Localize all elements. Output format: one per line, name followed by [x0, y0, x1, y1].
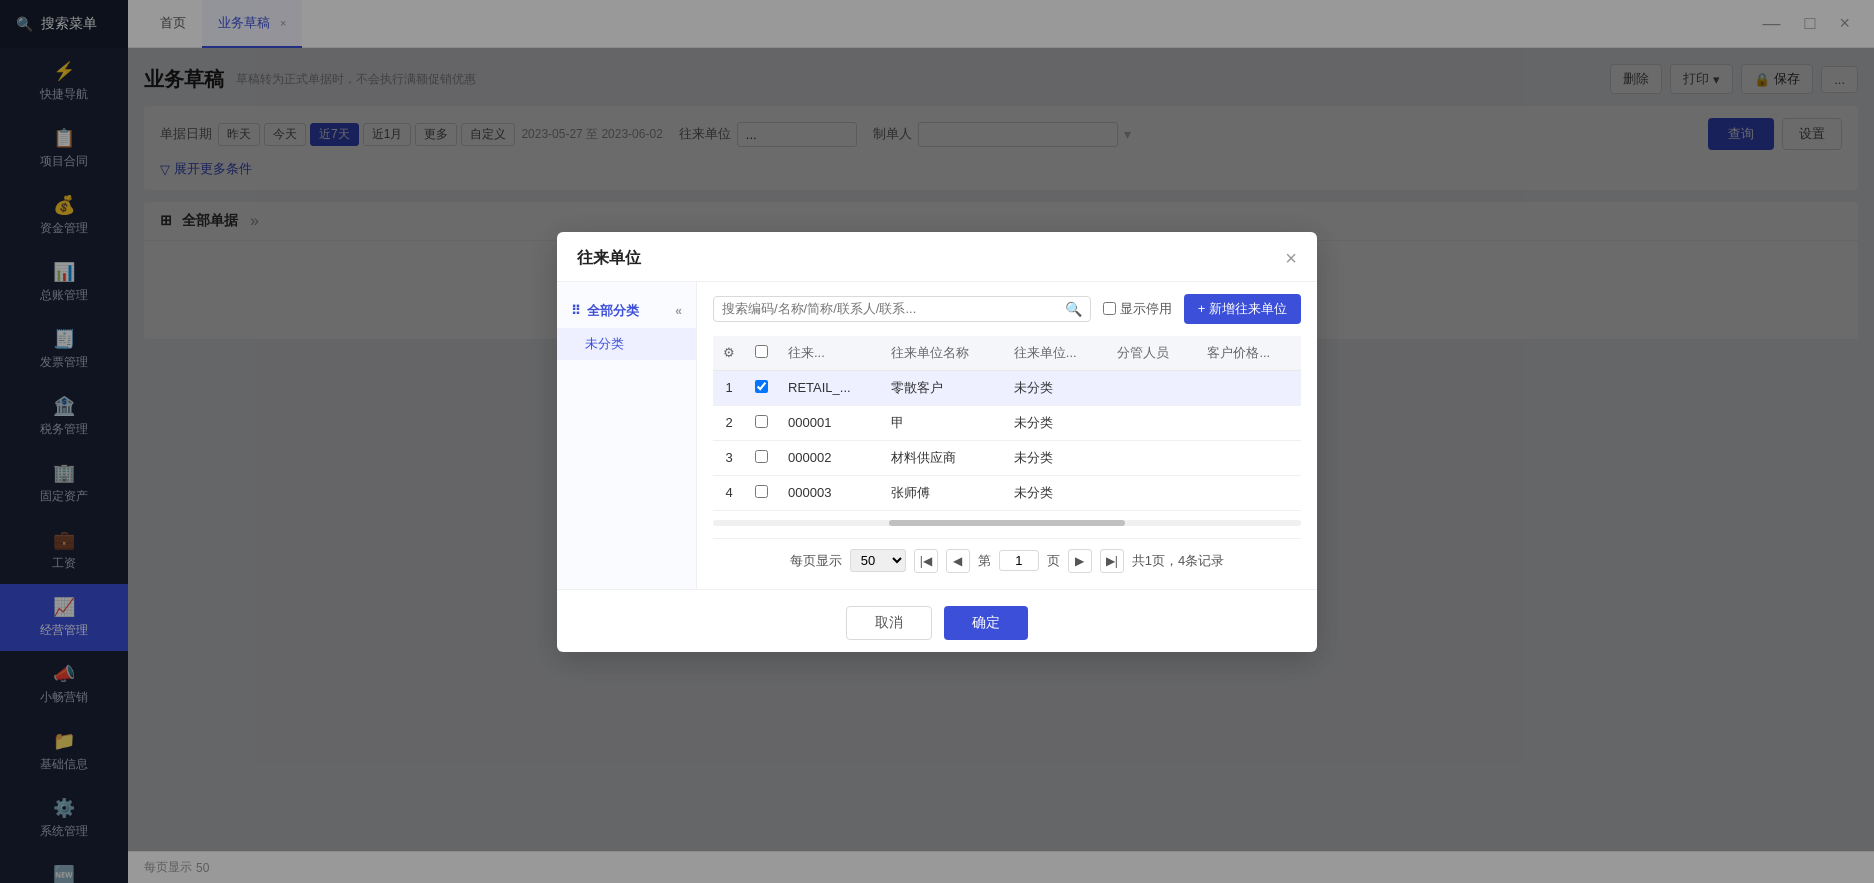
row-manager [1107, 370, 1197, 405]
grid-dots-icon: ⠿ [571, 303, 581, 318]
table-row[interactable]: 3 000002 材料供应商 未分类 [713, 440, 1301, 475]
row-check[interactable] [745, 440, 778, 475]
search-input[interactable] [722, 301, 1061, 316]
row-manager [1107, 405, 1197, 440]
category-all[interactable]: ⠿ 全部分类 « [557, 294, 696, 328]
page-input[interactable] [999, 550, 1039, 571]
dialog-body: ⠿ 全部分类 « 未分类 🔍 [557, 282, 1317, 589]
row-idx: 1 [713, 370, 745, 405]
row-check[interactable] [745, 370, 778, 405]
dialog-title: 往来单位 [577, 248, 641, 269]
cancel-button[interactable]: 取消 [846, 606, 932, 640]
dialog-search-row: 🔍 显示停用 + 新增往来单位 [713, 294, 1301, 324]
category-all-label: 全部分类 [587, 302, 639, 320]
horizontal-scrollbar[interactable] [713, 520, 1301, 526]
col-header-settings: ⚙ [713, 336, 745, 371]
add-partner-button[interactable]: + 新增往来单位 [1184, 294, 1301, 324]
confirm-button[interactable]: 确定 [944, 606, 1028, 640]
page-word: 第 [978, 552, 991, 570]
row-price [1197, 475, 1301, 510]
show-disabled-checkbox[interactable] [1103, 302, 1116, 315]
table-row[interactable]: 2 000001 甲 未分类 [713, 405, 1301, 440]
page-suffix: 页 [1047, 552, 1060, 570]
row-price [1197, 440, 1301, 475]
row-category: 未分类 [1004, 440, 1108, 475]
per-page-select[interactable]: 50 10 20 100 [850, 549, 906, 572]
row-code: RETAIL_... [778, 370, 881, 405]
page-prev-btn[interactable]: ◀ [946, 549, 970, 573]
row-idx: 3 [713, 440, 745, 475]
col-header-code: 往来... [778, 336, 881, 371]
category-collapse-icon[interactable]: « [675, 304, 682, 318]
row-idx: 4 [713, 475, 745, 510]
search-icon: 🔍 [1065, 301, 1082, 317]
row-price [1197, 370, 1301, 405]
col-header-manager: 分管人员 [1107, 336, 1197, 371]
dialog-table: ⚙ 往来... 往来单位名称 往来单位... 分管人员 客户价格... [713, 336, 1301, 511]
dialog-category-panel: ⠿ 全部分类 « 未分类 [557, 282, 697, 589]
dialog-table-wrap: ⚙ 往来... 往来单位名称 往来单位... 分管人员 客户价格... [713, 336, 1301, 516]
row-manager [1107, 475, 1197, 510]
col-header-name: 往来单位名称 [881, 336, 1004, 371]
page-next-btn[interactable]: ▶ [1068, 549, 1092, 573]
dialog-actions: 取消 确定 [557, 589, 1317, 652]
dialog-close-icon[interactable]: × [1285, 248, 1297, 268]
row-category: 未分类 [1004, 370, 1108, 405]
dialog-table-body: 1 RETAIL_... 零散客户 未分类 2 [713, 370, 1301, 510]
show-disabled-label: 显示停用 [1120, 300, 1172, 318]
col-header-check [745, 336, 778, 371]
category-unclassified-label: 未分类 [585, 336, 624, 351]
dialog-pagination: 每页显示 50 10 20 100 |◀ ◀ 第 页 ▶ ▶| [713, 538, 1301, 577]
row-code: 000001 [778, 405, 881, 440]
row-price [1197, 405, 1301, 440]
dialog-partner: 往来单位 × ⠿ 全部分类 « 未分类 [557, 232, 1317, 652]
table-row[interactable]: 1 RETAIL_... 零散客户 未分类 [713, 370, 1301, 405]
dialog-table-head: ⚙ 往来... 往来单位名称 往来单位... 分管人员 客户价格... [713, 336, 1301, 371]
row-check[interactable] [745, 475, 778, 510]
row-code: 000003 [778, 475, 881, 510]
page-first-btn[interactable]: |◀ [914, 549, 938, 573]
category-unclassified[interactable]: 未分类 [557, 328, 696, 360]
row-category: 未分类 [1004, 405, 1108, 440]
table-row[interactable]: 4 000003 张师傅 未分类 [713, 475, 1301, 510]
show-disabled-toggle[interactable]: 显示停用 [1103, 300, 1172, 318]
dialog-table-header-row: ⚙ 往来... 往来单位名称 往来单位... 分管人员 客户价格... [713, 336, 1301, 371]
row-name: 甲 [881, 405, 1004, 440]
row-manager [1107, 440, 1197, 475]
row-name: 材料供应商 [881, 440, 1004, 475]
row-check[interactable] [745, 405, 778, 440]
page-last-btn[interactable]: ▶| [1100, 549, 1124, 573]
row-name: 张师傅 [881, 475, 1004, 510]
per-page-label: 每页显示 [790, 552, 842, 570]
dialog-header: 往来单位 × [557, 232, 1317, 282]
page-total: 共1页，4条记录 [1132, 552, 1224, 570]
row-idx: 2 [713, 405, 745, 440]
row-name: 零散客户 [881, 370, 1004, 405]
select-all-checkbox[interactable] [755, 345, 768, 358]
row-category: 未分类 [1004, 475, 1108, 510]
scrollbar-thumb[interactable] [889, 520, 1124, 526]
main-area: 首页 业务草稿 × — □ × 业务草稿 草稿转为正式单据时，不会执行满额促销优… [128, 0, 1874, 883]
col-header-price: 客户价格... [1197, 336, 1301, 371]
dialog-overlay[interactable]: 往来单位 × ⠿ 全部分类 « 未分类 [128, 0, 1874, 883]
col-header-category: 往来单位... [1004, 336, 1108, 371]
row-code: 000002 [778, 440, 881, 475]
dialog-right: 🔍 显示停用 + 新增往来单位 ⚙ [697, 282, 1317, 589]
search-box[interactable]: 🔍 [713, 296, 1091, 322]
